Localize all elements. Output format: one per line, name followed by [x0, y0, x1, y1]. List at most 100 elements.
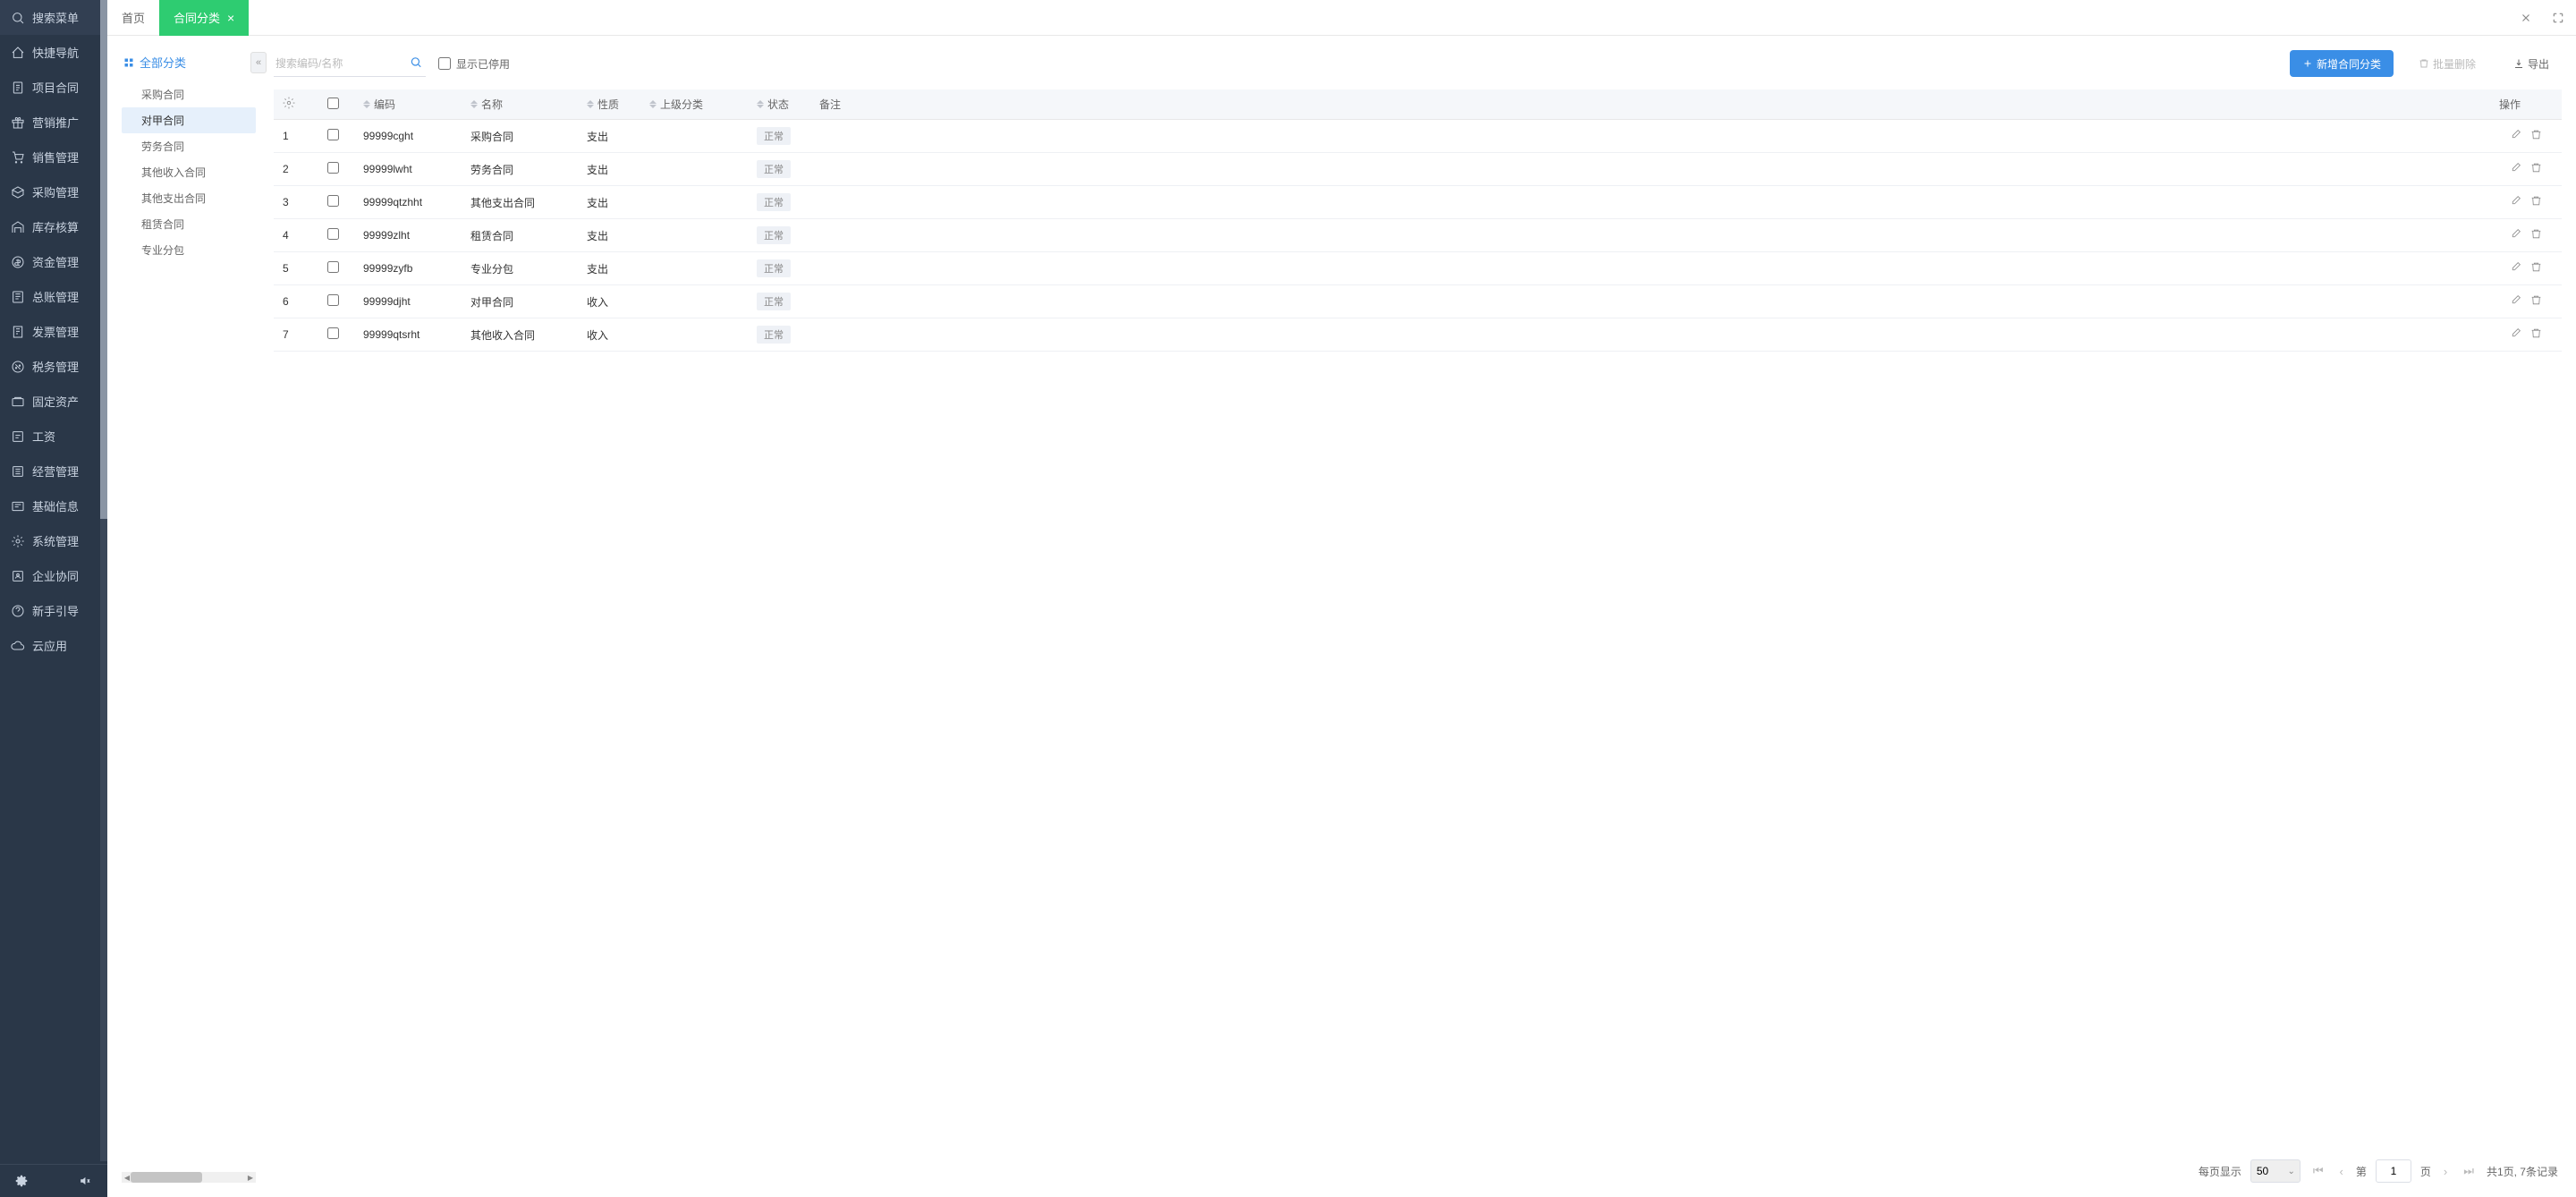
delete-button[interactable]	[2530, 129, 2542, 143]
sidebar-item-15[interactable]: 系统管理	[0, 523, 107, 558]
delete-button[interactable]	[2530, 228, 2542, 242]
table-settings-header[interactable]	[274, 89, 318, 120]
fullscreen-button[interactable]	[2544, 4, 2572, 32]
delete-button[interactable]	[2530, 327, 2542, 342]
sort-icon[interactable]	[587, 100, 594, 108]
tree-item-2[interactable]: 劳务合同	[122, 133, 256, 159]
edit-button[interactable]	[2510, 162, 2521, 176]
tree-header[interactable]: 全部分类	[122, 50, 256, 81]
sidebar-item-18[interactable]: 云应用	[0, 628, 107, 663]
row-checkbox[interactable]	[327, 162, 339, 174]
tree-hscroll-thumb[interactable]	[131, 1172, 202, 1183]
edit-button[interactable]	[2510, 129, 2521, 143]
delete-button[interactable]	[2530, 261, 2542, 276]
export-button[interactable]: 导出	[2501, 50, 2562, 77]
edit-button[interactable]	[2510, 294, 2521, 309]
row-checkbox[interactable]	[327, 228, 339, 240]
delete-button[interactable]	[2530, 294, 2542, 309]
sidebar-item-13[interactable]: 经营管理	[0, 454, 107, 488]
next-page-button[interactable]: ›	[2440, 1165, 2451, 1178]
tree-item-5[interactable]: 租赁合同	[122, 211, 256, 237]
delete-button[interactable]	[2530, 162, 2542, 176]
collapse-tree-button[interactable]: «	[250, 52, 267, 73]
row-checkbox[interactable]	[327, 129, 339, 140]
cell-code: 99999qtsrht	[354, 318, 462, 352]
row-checkbox[interactable]	[327, 261, 339, 273]
edit-button[interactable]	[2510, 327, 2521, 342]
header-parent[interactable]: 上级分类	[640, 89, 748, 120]
close-icon[interactable]: ×	[227, 12, 234, 24]
tab-contract-category[interactable]: 合同分类 ×	[159, 0, 249, 36]
add-category-button[interactable]: 新增合同分类	[2290, 50, 2394, 77]
tree-item-0[interactable]: 采购合同	[122, 81, 256, 107]
per-page-select[interactable]: 50	[2250, 1159, 2301, 1183]
edit-button[interactable]	[2510, 261, 2521, 276]
sidebar-item-10[interactable]: 税务管理	[0, 349, 107, 384]
tree-item-6[interactable]: 专业分包	[122, 237, 256, 263]
gift-icon	[11, 115, 25, 130]
sidebar-item-16[interactable]: 企业协同	[0, 558, 107, 593]
sidebar-item-7[interactable]: 资金管理	[0, 244, 107, 279]
close-tabs-button[interactable]	[2512, 4, 2540, 32]
sidebar-item-17[interactable]: 新手引导	[0, 593, 107, 628]
sort-icon[interactable]	[649, 100, 657, 108]
header-code[interactable]: 编码	[354, 89, 462, 120]
select-all-header[interactable]	[318, 89, 354, 120]
row-checkbox[interactable]	[327, 195, 339, 207]
show-disabled-input[interactable]	[438, 57, 451, 70]
cell-code: 99999lwht	[354, 153, 462, 186]
sidebar-item-4[interactable]: 销售管理	[0, 140, 107, 174]
edit-button[interactable]	[2510, 228, 2521, 242]
batch-delete-label: 批量删除	[2433, 56, 2476, 72]
sort-icon[interactable]	[757, 100, 764, 108]
sidebar-item-9[interactable]: 发票管理	[0, 314, 107, 349]
tree-item-1[interactable]: 对甲合同	[122, 107, 256, 133]
batch-delete-button[interactable]: 批量删除	[2406, 50, 2488, 77]
show-disabled-checkbox[interactable]: 显示已停用	[438, 56, 510, 72]
tree-item-3[interactable]: 其他收入合同	[122, 159, 256, 185]
pagination: 每页显示 50 ⌄ ⏮ ‹ 第 页 › ⏭ 共1页, 7条记录	[274, 1147, 2562, 1183]
sidebar-item-8[interactable]: 总账管理	[0, 279, 107, 314]
header-status[interactable]: 状态	[748, 89, 810, 120]
export-label: 导出	[2528, 56, 2549, 72]
header-ops: 操作	[2490, 89, 2562, 120]
settings-icon[interactable]	[14, 1174, 29, 1188]
sidebar-scroll-thumb[interactable]	[100, 0, 107, 519]
sidebar-item-11[interactable]: 固定资产	[0, 384, 107, 419]
sidebar-item-5[interactable]: 采购管理	[0, 174, 107, 209]
row-index: 4	[274, 219, 318, 252]
tree-hscrollbar[interactable]: ◀ ▶	[122, 1172, 256, 1183]
tree-item-4[interactable]: 其他支出合同	[122, 185, 256, 211]
warehouse-icon	[11, 220, 25, 234]
header-name[interactable]: 名称	[462, 89, 578, 120]
page-input[interactable]	[2376, 1159, 2411, 1183]
guide-icon	[11, 604, 25, 618]
prev-page-button[interactable]: ‹	[2336, 1165, 2347, 1178]
category-table: 编码 名称 性质 上级分类 状态 备注 操作 199999cght采购合同支出正…	[274, 89, 2562, 352]
sidebar-item-2[interactable]: 项目合同	[0, 70, 107, 105]
tab-home[interactable]: 首页	[107, 0, 159, 36]
sidebar-item-0[interactable]: 搜索菜单	[0, 0, 107, 35]
search-icon[interactable]	[410, 56, 422, 72]
sidebar-item-6[interactable]: 库存核算	[0, 209, 107, 244]
header-nature[interactable]: 性质	[578, 89, 640, 120]
sidebar-scrollbar[interactable]	[100, 0, 107, 1161]
sort-icon[interactable]	[363, 100, 370, 108]
sidebar-item-3[interactable]: 营销推广	[0, 105, 107, 140]
scroll-right-icon[interactable]: ▶	[245, 1172, 256, 1183]
cell-remark	[810, 252, 2490, 285]
sort-icon[interactable]	[470, 100, 478, 108]
volume-icon[interactable]	[79, 1174, 93, 1188]
first-page-button[interactable]: ⏮	[2309, 1164, 2327, 1178]
last-page-button[interactable]: ⏭	[2460, 1164, 2478, 1178]
sidebar-item-14[interactable]: 基础信息	[0, 488, 107, 523]
sidebar-item-label: 营销推广	[32, 114, 79, 131]
delete-button[interactable]	[2530, 195, 2542, 209]
search-input[interactable]	[274, 50, 426, 77]
select-all-checkbox[interactable]	[327, 98, 339, 109]
edit-button[interactable]	[2510, 195, 2521, 209]
row-checkbox[interactable]	[327, 327, 339, 339]
row-checkbox[interactable]	[327, 294, 339, 306]
sidebar-item-12[interactable]: 工资	[0, 419, 107, 454]
sidebar-item-1[interactable]: 快捷导航	[0, 35, 107, 70]
